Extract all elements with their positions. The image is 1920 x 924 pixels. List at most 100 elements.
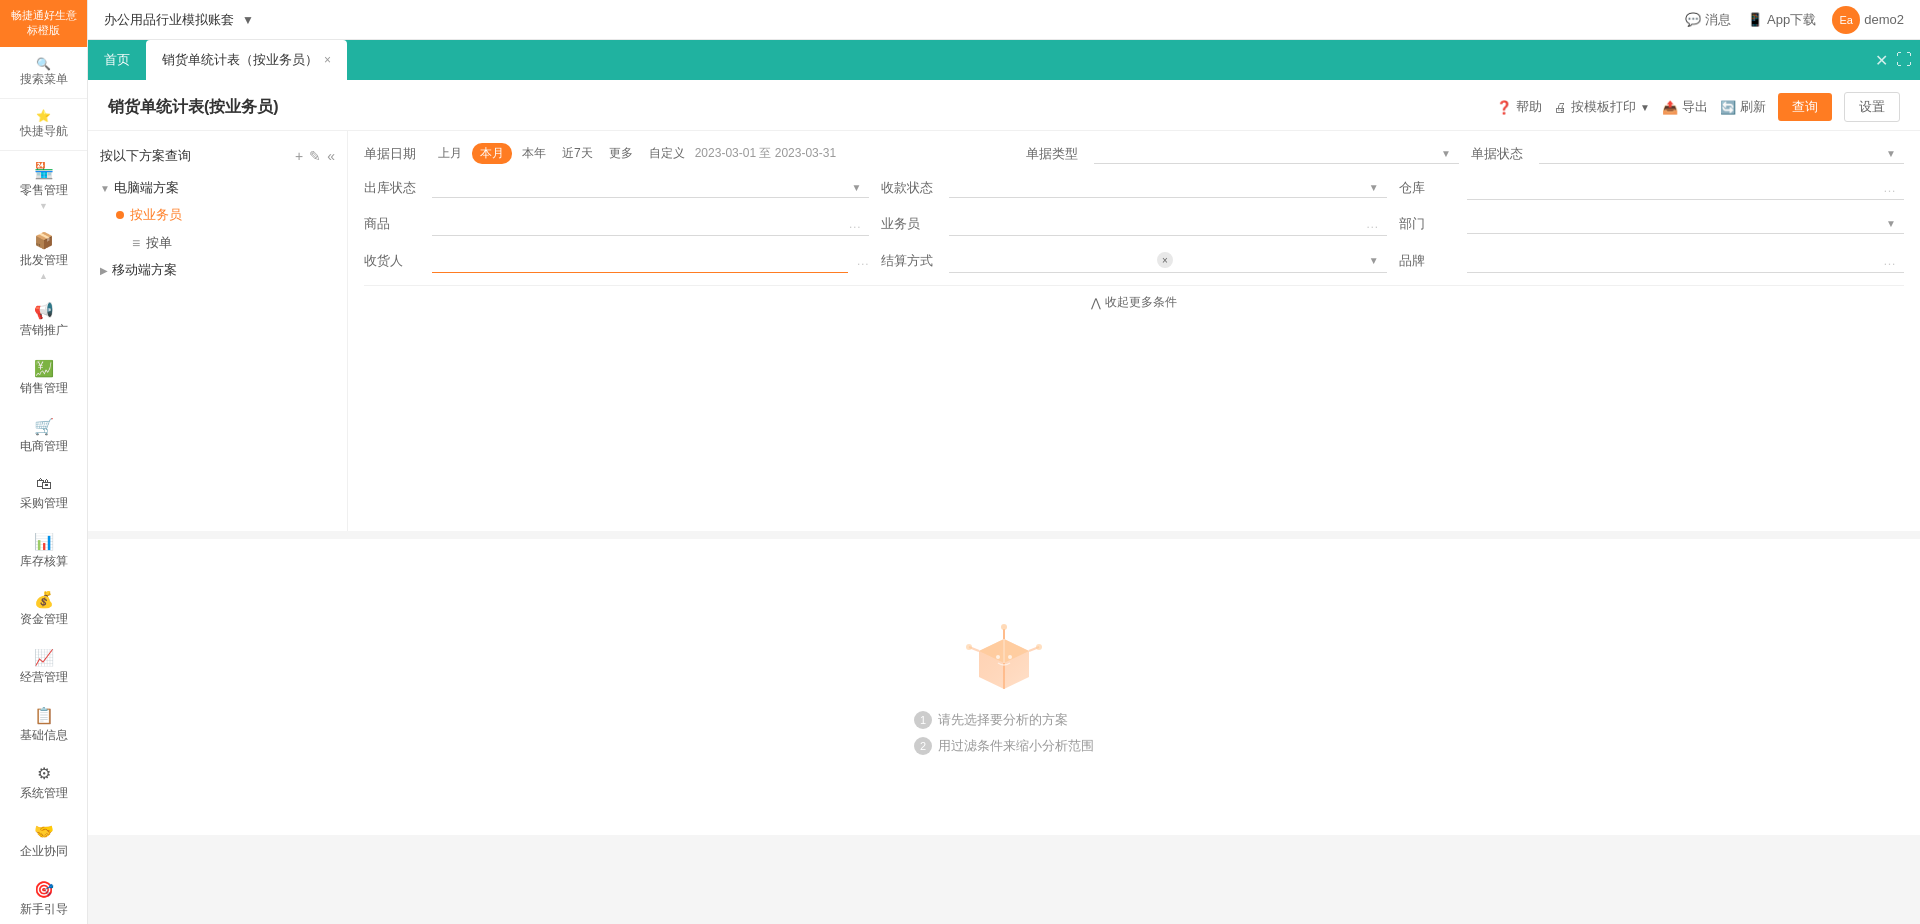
filter-item-doctype: 单据类型 ▼	[1026, 144, 1459, 164]
wholesale-icon: 📦	[34, 231, 54, 250]
edit-scheme-icon[interactable]: ✎	[309, 148, 321, 164]
app-download-action[interactable]: 📱 App下载	[1747, 11, 1816, 29]
filter-row-3: 商品 … 业务员 …	[364, 212, 1904, 236]
tab-expand[interactable]: ⛶	[1896, 51, 1912, 69]
date-tab-thisyear[interactable]: 本年	[516, 143, 552, 164]
purchase-icon: 🛍	[36, 475, 52, 493]
sidebar-item-marketing[interactable]: 📢 营销推广	[0, 291, 87, 349]
sidebar-item-finance[interactable]: 💰 资金管理	[0, 580, 87, 638]
outstatus-arrow: ▼	[851, 182, 861, 193]
sidebar-item-ecommerce[interactable]: 🛒 电商管理	[0, 407, 87, 465]
sidebar-item-retail[interactable]: 🏪 零售管理 ▼	[0, 151, 87, 221]
date-tab-7days[interactable]: 近7天	[556, 143, 599, 164]
user-name: demo2	[1864, 12, 1904, 27]
filter-tree: ▼ 电脑端方案 按业务员 ≡ 按单	[88, 171, 347, 287]
outstatus-select[interactable]: ▼	[432, 178, 869, 198]
filter-sidebar: 按以下方案查询 + ✎ « ▼ 电脑端方案	[88, 131, 348, 531]
doctype-label: 单据类型	[1026, 145, 1086, 163]
tree-arrow-mobile: ▶	[100, 265, 108, 276]
purchase-label: 采购管理	[20, 495, 68, 512]
tab-home[interactable]: 首页	[88, 40, 146, 80]
tree-item-salesman[interactable]: 按业务员	[88, 201, 347, 229]
tree-subitem-order[interactable]: ≡ 按单	[88, 229, 347, 257]
message-action[interactable]: 💬 消息	[1685, 11, 1731, 29]
date-tab-custom[interactable]: 自定义	[643, 143, 691, 164]
enterprise-icon: 🤝	[34, 822, 54, 841]
tree-group-pc-header[interactable]: ▼ 电脑端方案	[88, 175, 347, 201]
department-select[interactable]: ▼	[1467, 214, 1904, 234]
sidebar-item-purchase[interactable]: 🛍 采购管理	[0, 465, 87, 522]
date-tab-more[interactable]: 更多	[603, 143, 639, 164]
goods-select[interactable]: …	[432, 212, 869, 236]
collapse-sidebar-icon[interactable]: «	[327, 148, 335, 164]
home-tab-label: 首页	[104, 51, 130, 69]
tree-arrow-pc: ▼	[100, 183, 110, 194]
receiptstatus-arrow: ▼	[1369, 182, 1379, 193]
receiptstatus-select[interactable]: ▼	[949, 178, 1386, 198]
tab-active[interactable]: 销货单统计表（按业务员） ×	[146, 40, 347, 80]
receiver-label: 收货人	[364, 252, 424, 270]
add-scheme-icon[interactable]: +	[295, 148, 303, 164]
help-button[interactable]: ❓ 帮助	[1496, 98, 1542, 116]
date-label: 单据日期	[364, 145, 424, 163]
filter-item-date: 单据日期 上月 本月 本年 近7天 更多 自定义 2023-03-01 至 20…	[364, 143, 1014, 164]
sidebar-item-business[interactable]: 📈 经营管理	[0, 638, 87, 696]
refresh-button[interactable]: 🔄 刷新	[1720, 98, 1766, 116]
filter-item-settlement: 结算方式 × ▼	[881, 248, 1386, 273]
sidebar-item-newguide[interactable]: 🎯 新手引导	[0, 870, 87, 924]
docstatus-select[interactable]: ▼	[1539, 144, 1904, 164]
filter-item-salesman: 业务员 …	[881, 212, 1386, 236]
doctype-select[interactable]: ▼	[1094, 144, 1459, 164]
query-button[interactable]: 查询	[1778, 93, 1832, 121]
collapse-up-icon: ⋀	[1091, 296, 1101, 310]
search-label: 搜索菜单	[4, 71, 83, 88]
date-tab-thismonth[interactable]: 本月	[472, 143, 512, 164]
salesman-select[interactable]: …	[949, 212, 1386, 236]
filter-row-2: 出库状态 ▼ 收款状态 ▼	[364, 176, 1904, 200]
sidebar-item-enterprise[interactable]: 🤝 企业协同	[0, 812, 87, 870]
receiptstatus-label: 收款状态	[881, 179, 941, 197]
print-button[interactable]: 🖨 按模板打印 ▼	[1554, 98, 1650, 116]
tree-group-mobile-header[interactable]: ▶ 移动端方案	[88, 257, 347, 283]
doctype-arrow: ▼	[1441, 148, 1451, 159]
settlement-label: 结算方式	[881, 252, 941, 270]
quicknav-label: 快捷导航	[4, 123, 83, 140]
collapse-button[interactable]: ⋀ 收起更多条件	[1091, 294, 1177, 311]
filter-item-department: 部门 ▼	[1399, 214, 1904, 234]
date-tab-lastmonth[interactable]: 上月	[432, 143, 468, 164]
company-dropdown[interactable]: ▼	[242, 13, 254, 27]
refresh-label: 刷新	[1740, 98, 1766, 116]
settlement-select[interactable]: × ▼	[949, 248, 1386, 273]
warehouse-select[interactable]: …	[1467, 176, 1904, 200]
topbar-right: 💬 消息 📱 App下载 Ea demo2	[1685, 6, 1904, 34]
page-title: 销货单统计表(按业务员)	[108, 97, 279, 118]
outstatus-label: 出库状态	[364, 179, 424, 197]
export-button[interactable]: 📤 导出	[1662, 98, 1708, 116]
tab-close-icon[interactable]: ×	[324, 53, 331, 67]
filter-item-warehouse: 仓库 …	[1399, 176, 1904, 200]
user-profile[interactable]: Ea demo2	[1832, 6, 1904, 34]
active-dot	[116, 211, 124, 219]
brand-select[interactable]: …	[1467, 249, 1904, 273]
sidebar-item-wholesale[interactable]: 📦 批发管理 ▲	[0, 221, 87, 291]
sidebar-quicknav[interactable]: ⭐ 快捷导航	[0, 99, 87, 151]
sidebar-item-system[interactable]: ⚙ 系统管理	[0, 754, 87, 812]
tab-close-window[interactable]: ✕	[1875, 51, 1888, 70]
receiver-input[interactable]	[432, 249, 848, 273]
sidebar-item-baseinfo[interactable]: 📋 基础信息	[0, 696, 87, 754]
page-header: 销货单统计表(按业务员) ❓ 帮助 🖨 按模板打印 ▼ 📤 导出	[88, 80, 1920, 131]
filter-area: 按以下方案查询 + ✎ « ▼ 电脑端方案	[88, 131, 1920, 531]
empty-tip-1: 1 请先选择要分析的方案	[914, 711, 1094, 729]
filter-row-1: 单据日期 上月 本月 本年 近7天 更多 自定义 2023-03-01 至 20…	[364, 143, 1904, 164]
logo-text: 畅捷通好生意 标橙版	[4, 8, 83, 39]
tip1-num: 1	[914, 711, 932, 729]
goods-dots: …	[848, 216, 861, 231]
tip2-text: 用过滤条件来缩小分析范围	[938, 737, 1094, 755]
settlement-tag-close[interactable]: ×	[1157, 252, 1173, 268]
settings-button[interactable]: 设置	[1844, 92, 1900, 122]
filter-item-outstatus: 出库状态 ▼	[364, 178, 869, 198]
sidebar-search[interactable]: 🔍 搜索菜单	[0, 47, 87, 99]
sidebar-logo[interactable]: 畅捷通好生意 标橙版	[0, 0, 87, 47]
sidebar-item-sales[interactable]: 💹 销售管理	[0, 349, 87, 407]
sidebar-item-inventory[interactable]: 📊 库存核算	[0, 522, 87, 580]
